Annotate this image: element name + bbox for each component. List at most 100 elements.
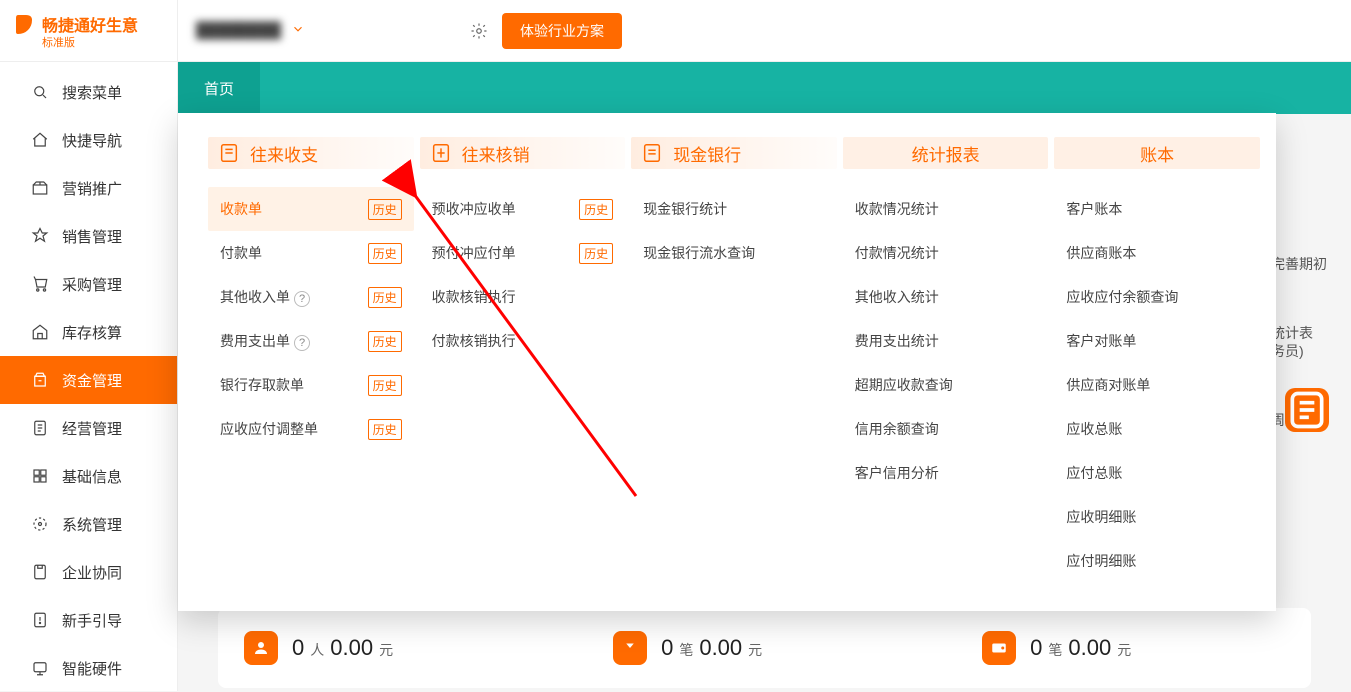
mega-item[interactable]: 付款单历史 bbox=[208, 231, 414, 275]
brand-logo: 畅捷通好生意 标准版 bbox=[0, 0, 177, 62]
stat-tx1-count: 0 bbox=[661, 635, 673, 661]
stat-tx1-unit: 笔 bbox=[679, 640, 693, 660]
mega-col-writeoff: 往来核销 预收冲应收单历史预付冲应付单历史收款核销执行付款核销执行 bbox=[420, 137, 626, 595]
history-tag[interactable]: 历史 bbox=[368, 375, 402, 396]
mega-item[interactable]: 客户信用分析 bbox=[843, 451, 1049, 495]
mega-item-label: 付款情况统计 bbox=[855, 243, 939, 263]
mega-item[interactable]: 应付总账 bbox=[1054, 451, 1260, 495]
mega-item[interactable]: 其他收入统计 bbox=[843, 275, 1049, 319]
history-tag[interactable]: 历史 bbox=[368, 243, 402, 264]
sidebar-item-purchase[interactable]: 采购管理 bbox=[0, 260, 177, 308]
sidebar-item-funds[interactable]: 资金管理 bbox=[0, 356, 177, 404]
mega-item[interactable]: 预收冲应收单 历史 bbox=[420, 187, 626, 231]
funds-mega-menu: 往来收支 收款单历史付款单历史其他收入单?历史费用支出单?历史银行存取款单历史应… bbox=[178, 113, 1276, 611]
sidebar-item-label: 基础信息 bbox=[62, 466, 122, 487]
sidebar-item-label: 资金管理 bbox=[62, 370, 122, 391]
sidebar-item-label: 搜索菜单 bbox=[62, 82, 122, 103]
stats-row: 0 人 0.00 元 0 笔 0.00 元 bbox=[218, 608, 1311, 688]
mega-item[interactable]: 其他收入单?历史 bbox=[208, 275, 414, 319]
funds-icon bbox=[30, 370, 50, 390]
sidebar-item-search[interactable]: 搜索菜单 bbox=[0, 68, 177, 116]
mega-col-ledger: 账本 客户账本供应商账本应收应付余额查询客户对账单供应商对账单应收总账应付总账应… bbox=[1054, 137, 1260, 595]
sales-icon bbox=[30, 226, 50, 246]
mega-item[interactable]: 收款核销执行 bbox=[420, 275, 626, 319]
sidebar-item-marketing[interactable]: 营销推广 bbox=[0, 164, 177, 212]
sidebar-item-label: 智能硬件 bbox=[62, 658, 122, 679]
industry-plan-button[interactable]: 体验行业方案 bbox=[502, 13, 622, 49]
mega-item[interactable]: 供应商账本 bbox=[1054, 231, 1260, 275]
mega-item[interactable]: 应付明细账 bbox=[1054, 539, 1260, 583]
search-icon bbox=[30, 82, 50, 102]
operate-icon bbox=[30, 418, 50, 438]
mega-item[interactable]: 付款核销执行 bbox=[420, 319, 626, 363]
purchase-icon bbox=[30, 274, 50, 294]
mega-item-label: 客户账本 bbox=[1066, 199, 1122, 219]
sidebar-item-guide[interactable]: 新手引导 bbox=[0, 596, 177, 644]
sidebar-item-stock[interactable]: 库存核算 bbox=[0, 308, 177, 356]
stat-people: 0 人 0.00 元 bbox=[244, 631, 393, 665]
hardware-icon bbox=[30, 658, 50, 678]
mega-item-label: 费用支出统计 bbox=[855, 331, 939, 351]
sidebar-item-label: 库存核算 bbox=[62, 322, 122, 343]
wallet-icon bbox=[982, 631, 1016, 665]
mega-item[interactable]: 信用余额查询 bbox=[843, 407, 1049, 451]
sidebar-item-sales[interactable]: 销售管理 bbox=[0, 212, 177, 260]
sidebar-item-hardware[interactable]: 智能硬件 bbox=[0, 644, 177, 692]
sidebar-item-coop[interactable]: 企业协同 bbox=[0, 548, 177, 596]
sidebar-item-label: 快捷导航 bbox=[62, 130, 122, 151]
mega-item[interactable]: 预付冲应付单历史 bbox=[420, 231, 626, 275]
basic-icon bbox=[30, 466, 50, 486]
help-icon[interactable]: ? bbox=[294, 291, 310, 307]
sidebar-item-quicknav[interactable]: 快捷导航 bbox=[0, 116, 177, 164]
history-tag[interactable]: 历史 bbox=[368, 287, 402, 308]
history-tag[interactable]: 历史 bbox=[579, 199, 613, 220]
mega-head-writeoff: 往来核销 bbox=[420, 137, 626, 169]
mega-item[interactable]: 现金银行流水查询 bbox=[631, 231, 837, 275]
mega-item[interactable]: 超期应收款查询 bbox=[843, 363, 1049, 407]
history-tag[interactable]: 历史 bbox=[368, 331, 402, 352]
sidebar-item-basic[interactable]: 基础信息 bbox=[0, 452, 177, 500]
mega-item[interactable]: 银行存取款单 历史 bbox=[208, 363, 414, 407]
stat-people-unit: 人 bbox=[310, 640, 324, 660]
mega-item[interactable]: 收款单历史 bbox=[208, 187, 414, 231]
mega-item[interactable]: 付款情况统计 bbox=[843, 231, 1049, 275]
stat-tx1-amount-unit: 元 bbox=[748, 640, 762, 660]
mega-item-label: 其他收入统计 bbox=[855, 287, 939, 307]
mega-item-label: 现金银行统计 bbox=[643, 199, 727, 219]
mega-item[interactable]: 客户账本 bbox=[1054, 187, 1260, 231]
mega-item-label: 银行存取款单 bbox=[220, 375, 304, 395]
mega-item[interactable]: 应收明细账 bbox=[1054, 495, 1260, 539]
stat-tx2-amount: 0.00 bbox=[1068, 635, 1111, 661]
mega-item[interactable]: 费用支出统计 bbox=[843, 319, 1049, 363]
mega-item[interactable]: 应收应付调整单历史 bbox=[208, 407, 414, 451]
note-stat-a: 统计表 bbox=[1271, 324, 1313, 342]
mega-item-label: 费用支出单? bbox=[220, 331, 310, 351]
sidebar-item-system[interactable]: 系统管理 bbox=[0, 500, 177, 548]
mega-col-cashbank: 现金银行 现金银行统计现金银行流水查询 bbox=[631, 137, 837, 595]
sidebar-item-label: 营销推广 bbox=[62, 178, 122, 199]
note-stat-b: 务员) bbox=[1271, 342, 1313, 360]
help-icon[interactable]: ? bbox=[294, 335, 310, 351]
org-selector[interactable]: ████████ bbox=[196, 22, 456, 39]
mega-item[interactable]: 费用支出单? 历史 bbox=[208, 319, 414, 363]
stat-people-amount-unit: 元 bbox=[379, 640, 393, 660]
mega-item[interactable]: 应收应付余额查询 bbox=[1054, 275, 1260, 319]
mega-item[interactable]: 现金银行统计 bbox=[631, 187, 837, 231]
sidebar-item-label: 经营管理 bbox=[62, 418, 122, 439]
mega-item[interactable]: 供应商对账单 bbox=[1054, 363, 1260, 407]
mega-item[interactable]: 客户对账单 bbox=[1054, 319, 1260, 363]
history-tag[interactable]: 历史 bbox=[368, 419, 402, 440]
history-tag[interactable]: 历史 bbox=[368, 199, 402, 220]
mega-item-label: 付款核销执行 bbox=[432, 331, 516, 351]
stat-tx1-amount: 0.00 bbox=[699, 635, 742, 661]
sidebar-item-operate[interactable]: 经营管理 bbox=[0, 404, 177, 452]
mega-item-label: 预收冲应收单 bbox=[432, 199, 516, 219]
tab-home[interactable]: 首页 bbox=[178, 62, 260, 114]
mega-item[interactable]: 应收总账 bbox=[1054, 407, 1260, 451]
mega-item[interactable]: 收款情况统计 bbox=[843, 187, 1049, 231]
history-tag[interactable]: 历史 bbox=[579, 243, 613, 264]
chevron-down-icon bbox=[291, 22, 305, 39]
gear-icon[interactable] bbox=[470, 22, 488, 40]
float-action-icon[interactable] bbox=[1285, 388, 1329, 432]
mega-col-reports: 统计报表 收款情况统计付款情况统计其他收入统计费用支出统计超期应收款查询信用余额… bbox=[843, 137, 1049, 595]
